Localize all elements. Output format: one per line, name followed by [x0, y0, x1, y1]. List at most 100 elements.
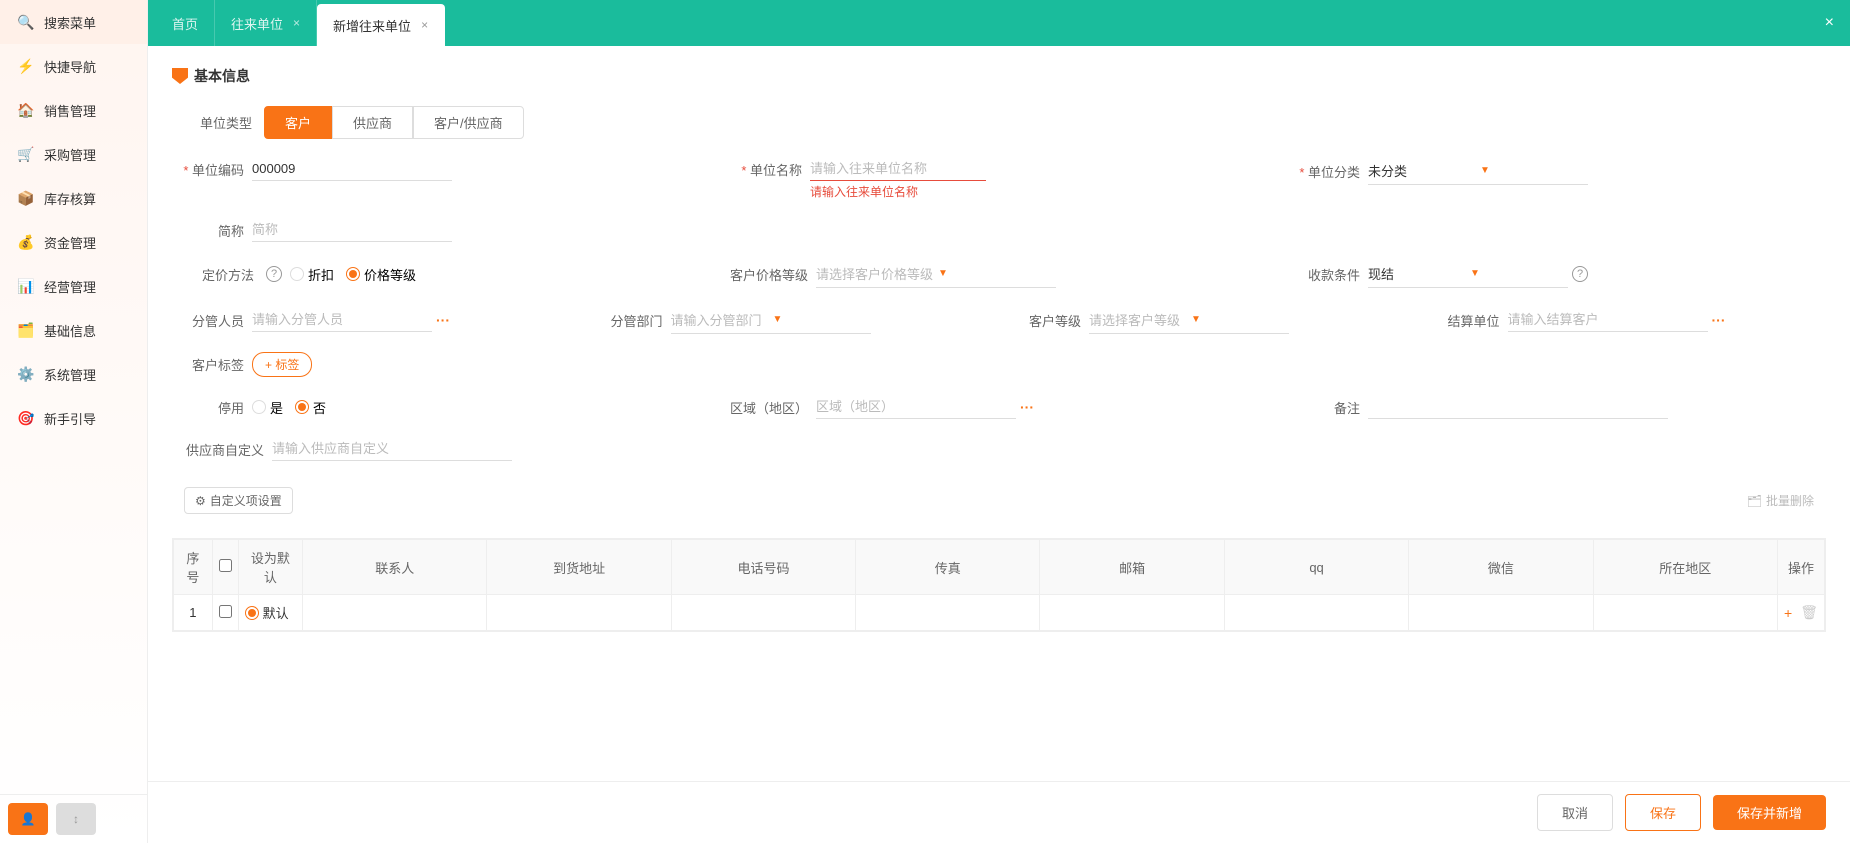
customer-price-select[interactable]: 请选择客户价格等级 ▼: [816, 260, 1056, 288]
row-checkbox[interactable]: [219, 605, 232, 618]
type-btn-both[interactable]: 客户/供应商: [413, 106, 524, 139]
window-close-btn[interactable]: ×: [1817, 10, 1842, 36]
add-row-btn[interactable]: +: [1784, 605, 1792, 621]
pricing-discount[interactable]: 折扣: [290, 265, 334, 284]
name-error-msg: 请输入往来单位名称: [810, 183, 918, 200]
phone-input[interactable]: [678, 605, 849, 620]
field-customer-price: 客户价格等级 请选择客户价格等级 ▼: [730, 260, 1268, 288]
sidebar-item-quick-nav-label: 快捷导航: [44, 57, 96, 76]
save-button[interactable]: 保存: [1625, 794, 1701, 831]
remark-input[interactable]: [1368, 395, 1668, 419]
pricing-level[interactable]: 价格等级: [346, 265, 416, 284]
sidebar-bottom-btn-2[interactable]: ↕: [56, 803, 96, 835]
manager-label: 分管人员: [172, 311, 252, 330]
pricing-discount-radio[interactable]: [290, 267, 304, 281]
address-input[interactable]: [493, 605, 664, 620]
supplier-custom-input[interactable]: [272, 437, 512, 461]
save-new-button[interactable]: 保存并新增: [1713, 795, 1826, 830]
cell-wechat[interactable]: [1409, 595, 1593, 631]
region-more-btn[interactable]: ···: [1020, 399, 1034, 415]
sidebar-item-search[interactable]: 🔍 搜索菜单: [0, 0, 147, 44]
cell-contact[interactable]: [303, 595, 487, 631]
sidebar-item-system[interactable]: ⚙️ 系统管理: [0, 352, 147, 396]
contact-input[interactable]: [309, 605, 480, 620]
batch-delete-label: 批量删除: [1766, 492, 1814, 509]
pricing-level-radio[interactable]: [346, 267, 360, 281]
batch-delete-btn[interactable]: 🗂 批量删除: [1747, 492, 1814, 509]
payment-help-icon[interactable]: ?: [1572, 266, 1588, 282]
qq-input[interactable]: [1231, 605, 1402, 620]
tab-new-partner[interactable]: 新增往来单位 ×: [317, 4, 445, 46]
sidebar-item-purchase[interactable]: 🛒 采购管理: [0, 132, 147, 176]
cell-address[interactable]: [487, 595, 671, 631]
cell-email[interactable]: [1040, 595, 1224, 631]
pricing-discount-label: 折扣: [308, 265, 334, 284]
sidebar-item-inventory[interactable]: 📦 库存核算: [0, 176, 147, 220]
department-select[interactable]: 请输入分管部门 ▼: [671, 306, 871, 334]
tag-add-button[interactable]: + 标签: [252, 352, 312, 377]
cancel-button[interactable]: 取消: [1537, 794, 1613, 831]
settlement-more-btn[interactable]: ···: [1712, 312, 1726, 328]
disabled-yes[interactable]: 是: [252, 398, 283, 417]
category-label: 单位分类: [1288, 162, 1368, 181]
row-default-radio[interactable]: 默认: [245, 603, 296, 622]
form-row-pricing: 定价方法 ? 折扣 价格等级 客户价格等级 请: [172, 260, 1826, 288]
sidebar-item-basics[interactable]: 🗂️ 基础信息: [0, 308, 147, 352]
sidebar-item-system-label: 系统管理: [44, 365, 96, 384]
cell-default: 默认: [238, 595, 302, 631]
disabled-yes-label: 是: [270, 398, 283, 417]
customer-level-select[interactable]: 请选择客户等级 ▼: [1089, 306, 1289, 334]
fax-input[interactable]: [862, 605, 1033, 620]
disabled-no[interactable]: 否: [295, 398, 326, 417]
table-section: ⚙ 自定义项设置 🗂 批量删除 序号 设为默认 联系人: [172, 479, 1826, 632]
pricing-help-icon[interactable]: ?: [266, 266, 282, 282]
tag-label: 客户标签: [172, 355, 252, 374]
th-wechat: 微信: [1409, 540, 1593, 595]
tab-partners[interactable]: 往来单位 ×: [215, 0, 317, 46]
email-input[interactable]: [1046, 605, 1217, 620]
th-fax: 传真: [856, 540, 1040, 595]
select-all-checkbox[interactable]: [219, 559, 232, 572]
disabled-no-radio[interactable]: [295, 400, 309, 414]
region-input[interactable]: [816, 395, 1016, 419]
type-btn-customer[interactable]: 客户: [264, 106, 332, 139]
cell-qq[interactable]: [1224, 595, 1408, 631]
cell-region[interactable]: [1593, 595, 1777, 631]
code-input[interactable]: [252, 157, 452, 181]
cell-fax[interactable]: [856, 595, 1040, 631]
manager-more-btn[interactable]: ···: [436, 312, 450, 328]
disabled-yes-radio[interactable]: [252, 400, 266, 414]
category-select[interactable]: 未分类 ▼: [1368, 157, 1588, 185]
type-btn-supplier[interactable]: 供应商: [332, 106, 413, 139]
sidebar-bottom-btn-1[interactable]: 👤: [8, 803, 48, 835]
department-placeholder: 请输入分管部门: [671, 310, 769, 329]
settlement-input[interactable]: [1508, 308, 1708, 332]
custom-settings-btn[interactable]: ⚙ 自定义项设置: [184, 487, 293, 514]
sidebar-item-newbie[interactable]: 🎯 新手引导: [0, 396, 147, 440]
cell-seq: 1: [174, 595, 213, 631]
sidebar-item-quick-nav[interactable]: ⚡ 快捷导航: [0, 44, 147, 88]
sidebar-item-finance[interactable]: 💰 资金管理: [0, 220, 147, 264]
tab-home[interactable]: 首页: [156, 0, 215, 46]
wechat-input[interactable]: [1415, 605, 1586, 620]
tab-new-partner-close[interactable]: ×: [421, 18, 428, 32]
tab-partners-close[interactable]: ×: [293, 16, 300, 30]
payment-value: 现结: [1368, 264, 1466, 283]
th-phone: 电话号码: [671, 540, 855, 595]
purchase-icon: 🛒: [16, 144, 36, 164]
row-region-input[interactable]: [1600, 605, 1771, 620]
cell-phone[interactable]: [671, 595, 855, 631]
abbr-input[interactable]: [252, 218, 452, 242]
default-radio-circle[interactable]: [245, 606, 259, 620]
quick-nav-icon: ⚡: [16, 56, 36, 76]
sidebar-item-sales[interactable]: 🏠 销售管理: [0, 88, 147, 132]
delete-row-btn[interactable]: 🗑: [1800, 604, 1818, 621]
sidebar-item-operations[interactable]: 📊 经营管理: [0, 264, 147, 308]
table-header-row: 序号 设为默认 联系人 到货地址 电话号码 传真 邮箱 qq 微信 所在地区 操…: [174, 540, 1825, 595]
form-row-disabled: 停用 是 否 区域（地区） ···: [172, 395, 1826, 419]
payment-select[interactable]: 现结 ▼: [1368, 260, 1568, 288]
manager-input[interactable]: [252, 308, 432, 332]
name-input[interactable]: [810, 157, 986, 181]
th-action: 操作: [1777, 540, 1824, 595]
search-icon: 🔍: [16, 12, 36, 32]
